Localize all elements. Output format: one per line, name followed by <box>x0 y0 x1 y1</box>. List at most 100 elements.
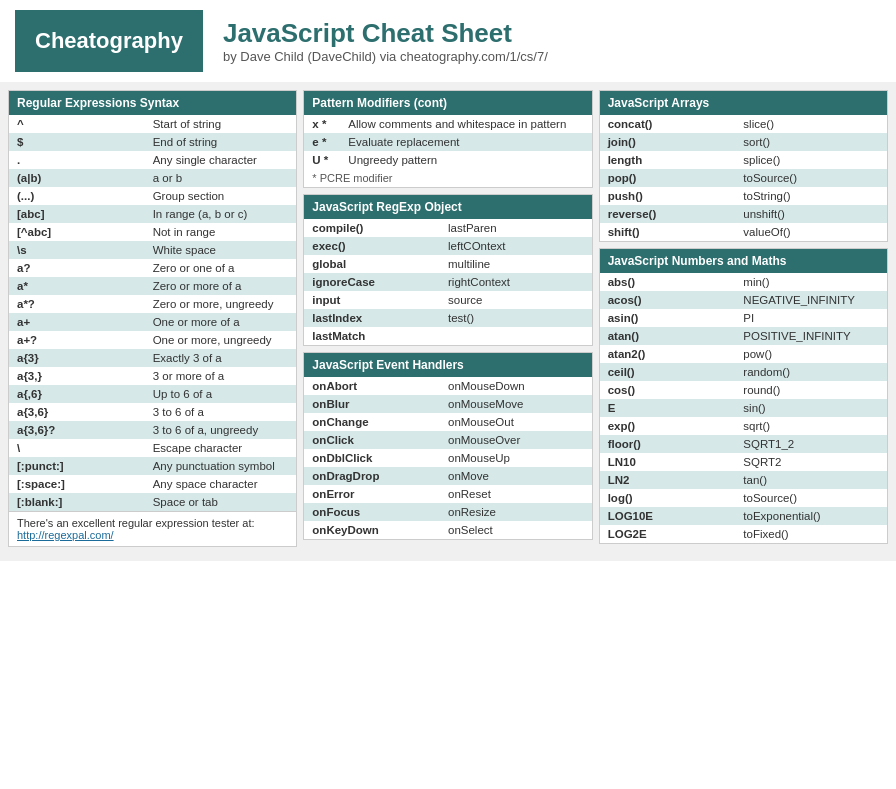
row-left: onDblClick <box>312 452 448 464</box>
table-row: onAbortonMouseDown <box>304 377 591 395</box>
table-row: onBluronMouseMove <box>304 395 591 413</box>
table-row: globalmultiline <box>304 255 591 273</box>
row-val: Zero or one of a <box>153 262 289 274</box>
row-val: Space or tab <box>153 496 289 508</box>
event-handlers-section: JavaScript Event Handlers onAbortonMouse… <box>303 352 592 540</box>
row-val: Escape character <box>153 442 289 454</box>
table-row: abs()min() <box>600 273 887 291</box>
row-val: Any space character <box>153 478 289 490</box>
arrays-section: JavaScript Arrays concat()slice()join()s… <box>599 90 888 242</box>
row-key: [^abc] <box>17 226 153 238</box>
header: Cheatography JavaScript Cheat Sheet by D… <box>0 0 896 82</box>
table-row: ignoreCaserightContext <box>304 273 591 291</box>
regexp-object-section: JavaScript RegExp Object compile()lastPa… <box>303 194 592 346</box>
row-left: ceil() <box>608 366 744 378</box>
row-key: a? <box>17 262 153 274</box>
table-row: a{3}Exactly 3 of a <box>9 349 296 367</box>
row-left: push() <box>608 190 744 202</box>
row-left: exp() <box>608 420 744 432</box>
row-right: test() <box>448 312 584 324</box>
row-left: onClick <box>312 434 448 446</box>
table-row: onDragDroponMove <box>304 467 591 485</box>
event-handlers-header: JavaScript Event Handlers <box>304 353 591 377</box>
row-val: Any single character <box>153 154 289 166</box>
row-val: Evaluate replacement <box>348 136 459 148</box>
column-1: Regular Expressions Syntax ^Start of str… <box>8 90 297 553</box>
row-right: onSelect <box>448 524 584 536</box>
table-row: cos()round() <box>600 381 887 399</box>
row-right: NEGATIVE_INFINITY <box>743 294 879 306</box>
table-row: LOG10EtoExponential() <box>600 507 887 525</box>
row-right: sqrt() <box>743 420 879 432</box>
table-row: (a|b)a or b <box>9 169 296 187</box>
column-2: Pattern Modifiers (cont) x *Allow commen… <box>303 90 592 553</box>
table-row: e *Evaluate replacement <box>304 133 591 151</box>
row-left: ignoreCase <box>312 276 448 288</box>
regex-link[interactable]: http://regexpal.com/ <box>17 529 114 541</box>
row-val: Not in range <box>153 226 289 238</box>
row-key: (...) <box>17 190 153 202</box>
row-left: cos() <box>608 384 744 396</box>
row-left: atan() <box>608 330 744 342</box>
row-right: leftCOntext <box>448 240 584 252</box>
row-val: Exactly 3 of a <box>153 352 289 364</box>
row-left: onChange <box>312 416 448 428</box>
table-row: \sWhite space <box>9 241 296 259</box>
row-right: toString() <box>743 190 879 202</box>
table-row: reverse()unshift() <box>600 205 887 223</box>
row-key: ^ <box>17 118 153 130</box>
row-key: . <box>17 154 153 166</box>
row-left: LOG2E <box>608 528 744 540</box>
table-row: onErroronReset <box>304 485 591 503</box>
row-left: log() <box>608 492 744 504</box>
row-key: a* <box>17 280 153 292</box>
row-val: End of string <box>153 136 289 148</box>
table-row: a{3,6}?3 to 6 of a, ungreedy <box>9 421 296 439</box>
row-key: $ <box>17 136 153 148</box>
page: Cheatography JavaScript Cheat Sheet by D… <box>0 0 896 561</box>
table-row: lastIndextest() <box>304 309 591 327</box>
row-left: onKeyDown <box>312 524 448 536</box>
row-left: onError <box>312 488 448 500</box>
title-area: JavaScript Cheat Sheet by Dave Child (Da… <box>223 18 548 64</box>
pattern-modifiers-header: Pattern Modifiers (cont) <box>304 91 591 115</box>
column-3: JavaScript Arrays concat()slice()join()s… <box>599 90 888 553</box>
row-right: min() <box>743 276 879 288</box>
row-left: reverse() <box>608 208 744 220</box>
row-right: multiline <box>448 258 584 270</box>
row-left: compile() <box>312 222 448 234</box>
row-left: shift() <box>608 226 744 238</box>
table-row: a{3,}3 or more of a <box>9 367 296 385</box>
row-left: concat() <box>608 118 744 130</box>
table-row: LOG2EtoFixed() <box>600 525 887 543</box>
row-val: White space <box>153 244 289 256</box>
row-right: onMouseUp <box>448 452 584 464</box>
table-row: [:space:]Any space character <box>9 475 296 493</box>
row-val: One or more, ungreedy <box>153 334 289 346</box>
row-key: a{3,6}? <box>17 424 153 436</box>
row-left: length <box>608 154 744 166</box>
table-row: atan()POSITIVE_INFINITY <box>600 327 887 345</box>
table-row: shift()valueOf() <box>600 223 887 241</box>
table-row: lengthsplice() <box>600 151 887 169</box>
row-key: a*? <box>17 298 153 310</box>
table-row: a?Zero or one of a <box>9 259 296 277</box>
row-left: onDragDrop <box>312 470 448 482</box>
row-right: lastParen <box>448 222 584 234</box>
row-key: [:punct:] <box>17 460 153 472</box>
table-row: [abc]In range (a, b or c) <box>9 205 296 223</box>
table-row: a*Zero or more of a <box>9 277 296 295</box>
row-right: toSource() <box>743 492 879 504</box>
row-left: input <box>312 294 448 306</box>
table-row: a+One or more of a <box>9 313 296 331</box>
row-val: 3 to 6 of a <box>153 406 289 418</box>
row-key: \ <box>17 442 153 454</box>
table-row: compile()lastParen <box>304 219 591 237</box>
row-right: onMouseOver <box>448 434 584 446</box>
row-val: Start of string <box>153 118 289 130</box>
row-right: sort() <box>743 136 879 148</box>
table-row: x *Allow comments and whitespace in patt… <box>304 115 591 133</box>
row-key: a{3,6} <box>17 406 153 418</box>
arrays-header: JavaScript Arrays <box>600 91 887 115</box>
row-left: lastMatch <box>312 330 448 342</box>
